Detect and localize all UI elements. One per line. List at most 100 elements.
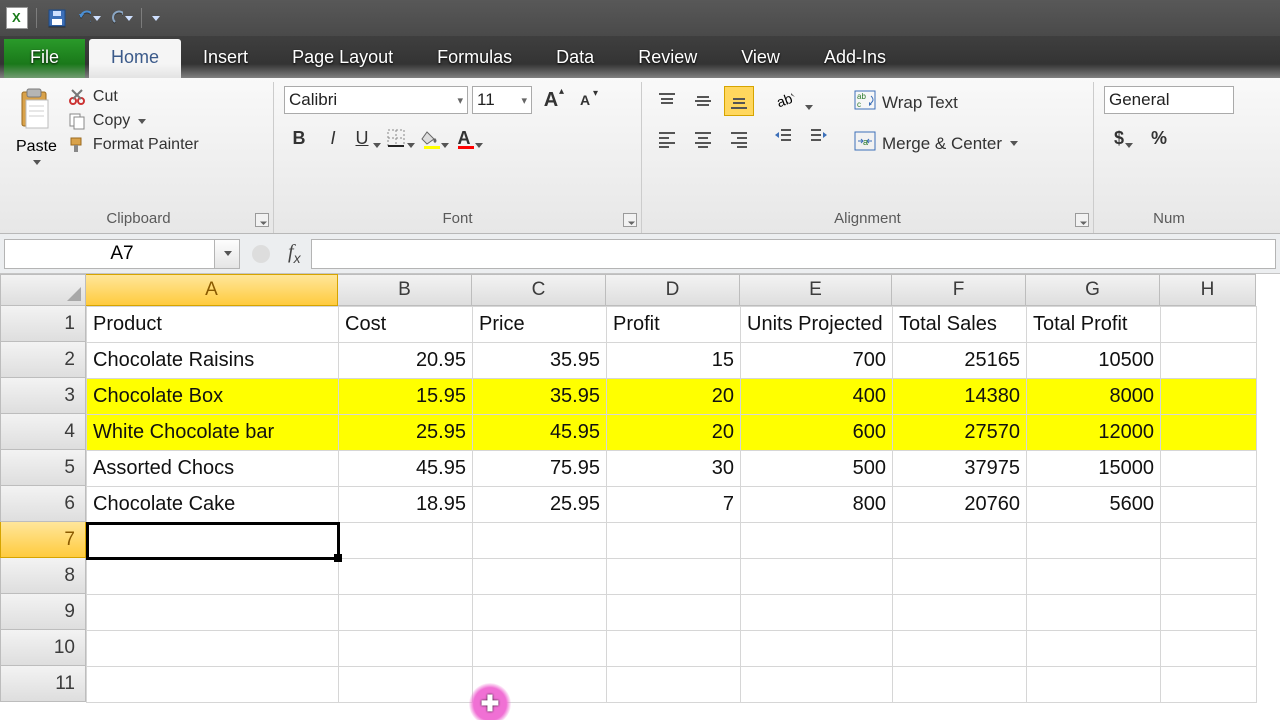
- cell-B2[interactable]: 20.95: [339, 343, 473, 379]
- grow-font-button[interactable]: A▴: [536, 86, 566, 114]
- col-header-H[interactable]: H: [1160, 274, 1256, 306]
- cell-E6[interactable]: 800: [741, 487, 893, 523]
- shrink-font-button[interactable]: A▾: [570, 86, 600, 114]
- row-header-8[interactable]: 8: [0, 558, 86, 594]
- cell-D4[interactable]: 20: [607, 415, 741, 451]
- align-middle-button[interactable]: [688, 86, 718, 116]
- tab-file[interactable]: File: [4, 39, 85, 78]
- row-header-1[interactable]: 1: [0, 306, 86, 342]
- row-header-10[interactable]: 10: [0, 630, 86, 666]
- cell-A7[interactable]: [87, 523, 339, 559]
- cell-G10[interactable]: [1027, 631, 1161, 667]
- format-painter-button[interactable]: Format Painter: [65, 134, 201, 156]
- percent-format-button[interactable]: %: [1144, 124, 1174, 152]
- col-header-A[interactable]: A: [86, 274, 338, 306]
- fill-color-button[interactable]: [420, 124, 450, 152]
- col-header-C[interactable]: C: [472, 274, 606, 306]
- redo-button[interactable]: [109, 7, 133, 29]
- cell-F11[interactable]: [893, 667, 1027, 703]
- cell-A11[interactable]: [87, 667, 339, 703]
- cell-E7[interactable]: [741, 523, 893, 559]
- cell-G4[interactable]: 12000: [1027, 415, 1161, 451]
- cell-A2[interactable]: Chocolate Raisins: [87, 343, 339, 379]
- cell-D10[interactable]: [607, 631, 741, 667]
- cell-G2[interactable]: 10500: [1027, 343, 1161, 379]
- paste-button[interactable]: Paste: [14, 86, 59, 167]
- name-box-dropdown[interactable]: [214, 239, 240, 269]
- fx-icon[interactable]: fx: [278, 241, 311, 266]
- cell-B4[interactable]: 25.95: [339, 415, 473, 451]
- cell-D5[interactable]: 30: [607, 451, 741, 487]
- cell-H6[interactable]: [1161, 487, 1257, 523]
- cell-B11[interactable]: [339, 667, 473, 703]
- cell-C1[interactable]: Price: [473, 307, 607, 343]
- cell-G11[interactable]: [1027, 667, 1161, 703]
- cell-G3[interactable]: 8000: [1027, 379, 1161, 415]
- col-header-D[interactable]: D: [606, 274, 740, 306]
- cell-F3[interactable]: 14380: [893, 379, 1027, 415]
- cell-C5[interactable]: 75.95: [473, 451, 607, 487]
- tab-review[interactable]: Review: [616, 39, 719, 78]
- cell-A1[interactable]: Product: [87, 307, 339, 343]
- cell-G8[interactable]: [1027, 559, 1161, 595]
- clipboard-dialog-launcher[interactable]: [255, 213, 269, 227]
- cell-C3[interactable]: 35.95: [473, 379, 607, 415]
- cell-E10[interactable]: [741, 631, 893, 667]
- cell-G1[interactable]: Total Profit: [1027, 307, 1161, 343]
- cell-C4[interactable]: 45.95: [473, 415, 607, 451]
- cell-H4[interactable]: [1161, 415, 1257, 451]
- name-box[interactable]: A7: [4, 239, 240, 269]
- cell-A8[interactable]: [87, 559, 339, 595]
- cell-F5[interactable]: 37975: [893, 451, 1027, 487]
- cell-G6[interactable]: 5600: [1027, 487, 1161, 523]
- cell-C7[interactable]: [473, 523, 607, 559]
- copy-button[interactable]: Copy: [65, 110, 201, 132]
- col-header-G[interactable]: G: [1026, 274, 1160, 306]
- cell-A9[interactable]: [87, 595, 339, 631]
- tab-page-layout[interactable]: Page Layout: [270, 39, 415, 78]
- cell-D9[interactable]: [607, 595, 741, 631]
- align-right-button[interactable]: [724, 124, 754, 154]
- tab-data[interactable]: Data: [534, 39, 616, 78]
- tab-home[interactable]: Home: [89, 39, 181, 78]
- cell-E4[interactable]: 600: [741, 415, 893, 451]
- decrease-indent-button[interactable]: [768, 122, 798, 150]
- row-header-11[interactable]: 11: [0, 666, 86, 702]
- cell-H7[interactable]: [1161, 523, 1257, 559]
- select-all-corner[interactable]: [0, 274, 86, 306]
- cell-F9[interactable]: [893, 595, 1027, 631]
- cell-D3[interactable]: 20: [607, 379, 741, 415]
- save-button[interactable]: [45, 7, 69, 29]
- merge-center-button[interactable]: a Merge & Center: [848, 127, 1024, 160]
- cell-F10[interactable]: [893, 631, 1027, 667]
- cell-D1[interactable]: Profit: [607, 307, 741, 343]
- row-header-2[interactable]: 2: [0, 342, 86, 378]
- cell-C8[interactable]: [473, 559, 607, 595]
- cell-B10[interactable]: [339, 631, 473, 667]
- cell-F7[interactable]: [893, 523, 1027, 559]
- cell-E3[interactable]: 400: [741, 379, 893, 415]
- tab-formulas[interactable]: Formulas: [415, 39, 534, 78]
- increase-indent-button[interactable]: [804, 122, 834, 150]
- cell-C10[interactable]: [473, 631, 607, 667]
- cell-E1[interactable]: Units Projected: [741, 307, 893, 343]
- cell-F2[interactable]: 25165: [893, 343, 1027, 379]
- cell-B5[interactable]: 45.95: [339, 451, 473, 487]
- cell-H9[interactable]: [1161, 595, 1257, 631]
- cell-B3[interactable]: 15.95: [339, 379, 473, 415]
- tab-view[interactable]: View: [719, 39, 802, 78]
- cell-F6[interactable]: 20760: [893, 487, 1027, 523]
- cell-H2[interactable]: [1161, 343, 1257, 379]
- tab-insert[interactable]: Insert: [181, 39, 270, 78]
- orientation-button[interactable]: ab: [768, 86, 814, 114]
- col-header-E[interactable]: E: [740, 274, 892, 306]
- cell-D6[interactable]: 7: [607, 487, 741, 523]
- cell-B9[interactable]: [339, 595, 473, 631]
- cell-D2[interactable]: 15: [607, 343, 741, 379]
- font-size-combo[interactable]: 11▾: [472, 86, 532, 114]
- alignment-dialog-launcher[interactable]: [1075, 213, 1089, 227]
- col-header-F[interactable]: F: [892, 274, 1026, 306]
- cut-button[interactable]: Cut: [65, 86, 201, 108]
- cell-E11[interactable]: [741, 667, 893, 703]
- undo-button[interactable]: [77, 7, 101, 29]
